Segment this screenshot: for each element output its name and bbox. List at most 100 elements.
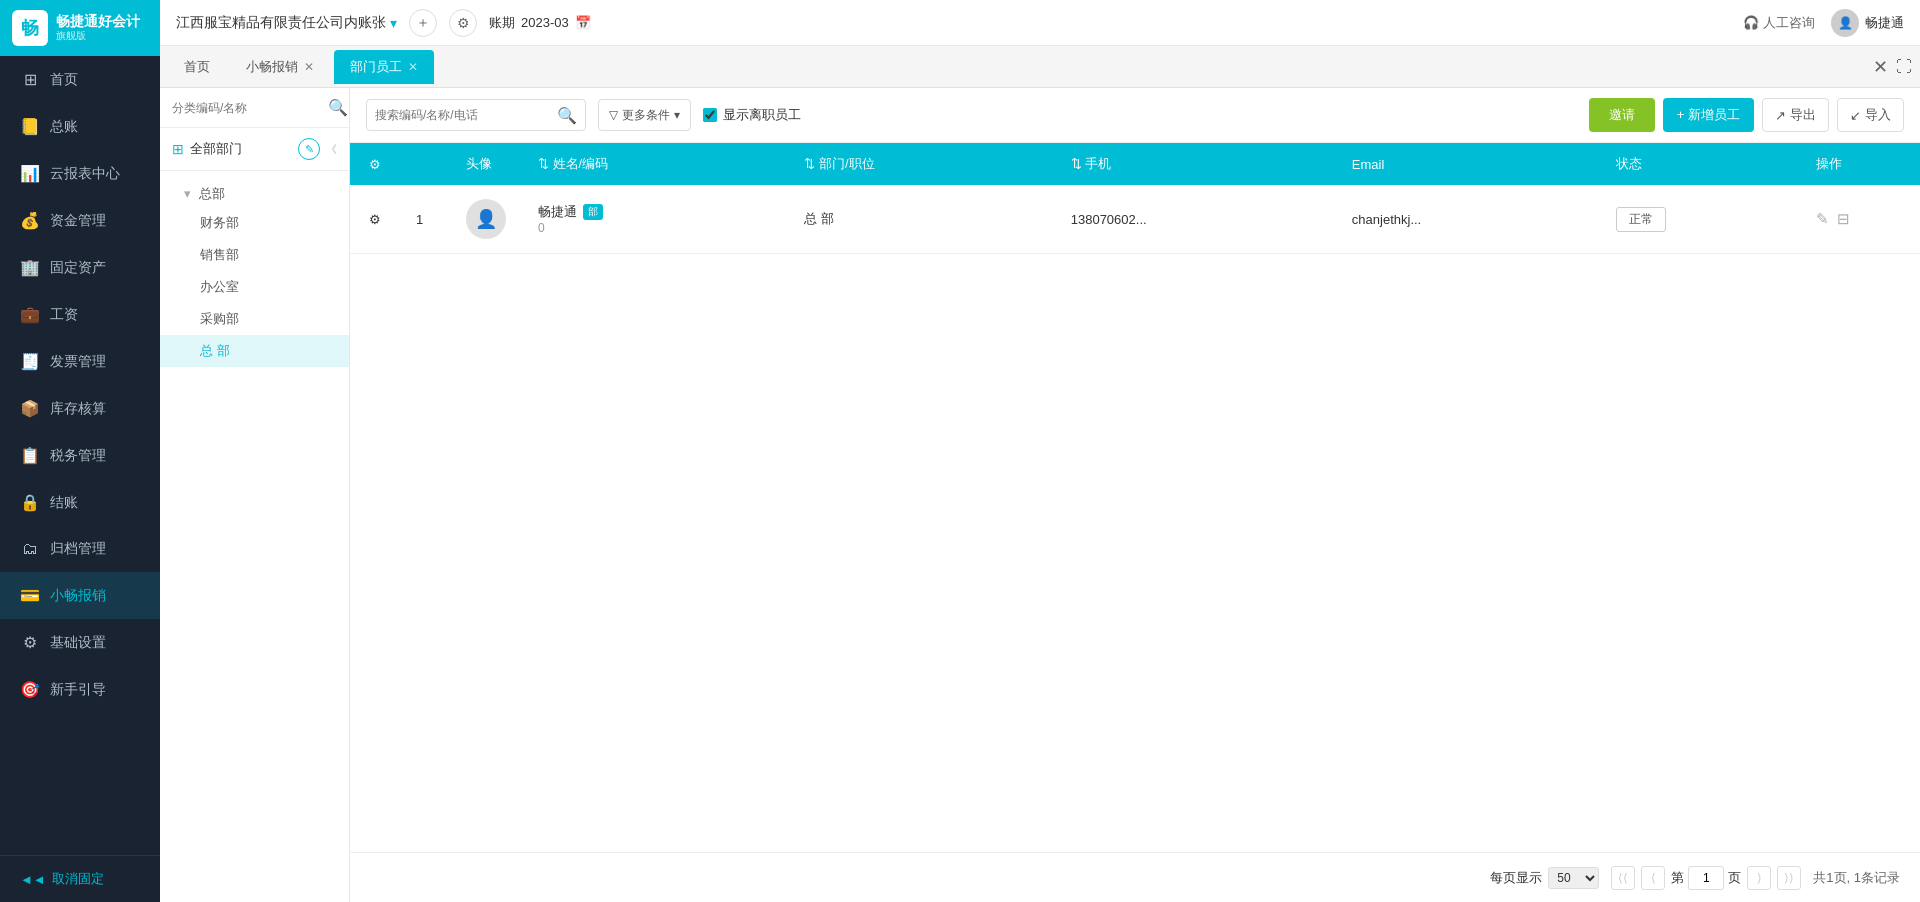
group-name: 总部 bbox=[199, 186, 225, 201]
sidebar-item-closing[interactable]: 🔒 结账 bbox=[0, 479, 160, 526]
closing-icon: 🔒 bbox=[20, 493, 40, 512]
col-action: 操作 bbox=[1800, 143, 1920, 185]
row-phone: 138070602... bbox=[1055, 185, 1336, 254]
sidebar-item-label: 总账 bbox=[50, 118, 78, 136]
dept-item-finance[interactable]: 财务部 bbox=[160, 207, 349, 239]
prev-page-button[interactable]: ⟨ bbox=[1641, 866, 1665, 890]
import-button[interactable]: ↙ 导入 bbox=[1837, 98, 1904, 132]
page-size-select[interactable]: 10 20 50 100 bbox=[1548, 867, 1599, 889]
employee-search-box: 🔍 bbox=[366, 99, 586, 131]
row-actions: ✎ ⊟ bbox=[1800, 185, 1920, 254]
tab-close-icon[interactable]: ✕ bbox=[1873, 56, 1888, 78]
tab-expense-close[interactable]: ✕ bbox=[304, 60, 314, 74]
expand-icon: ▾ bbox=[184, 186, 191, 201]
ledger-icon: 📒 bbox=[20, 117, 40, 136]
headset-icon: 🎧 bbox=[1743, 15, 1759, 30]
col-dept[interactable]: ⇅ 部门/职位 bbox=[788, 143, 1054, 185]
status-badge: 正常 bbox=[1616, 207, 1666, 232]
sidebar-item-label: 工资 bbox=[50, 306, 78, 324]
sidebar-item-settings[interactable]: ⚙基础设置 bbox=[0, 619, 160, 666]
period-selector[interactable]: 账期 2023-03 📅 bbox=[489, 14, 591, 32]
tab-expand-icon[interactable]: ⛶ bbox=[1896, 58, 1912, 76]
logo-text-block: 畅捷通好会计 旗舰版 bbox=[56, 13, 140, 44]
dept-item-purchase[interactable]: 采购部 bbox=[160, 303, 349, 335]
main-area: 江西服宝精品有限责任公司内账张 ▾ ＋ ⚙ 账期 2023-03 📅 🎧 人工咨… bbox=[160, 0, 1920, 902]
employee-table: ⚙ 头像 ⇅ 姓名/编码 ⇅ 部门/职位 ⇅ 手机 Email 状态 操作 bbox=[350, 143, 1920, 254]
dept-search-bar: 🔍 bbox=[160, 88, 349, 128]
add-company-button[interactable]: ＋ bbox=[409, 9, 437, 37]
first-page-button[interactable]: ⟨⟨ bbox=[1611, 866, 1635, 890]
sidebar-item-tax[interactable]: 📋税务管理 bbox=[0, 432, 160, 479]
sidebar-item-invoice[interactable]: 🧾发票管理 bbox=[0, 338, 160, 385]
search-icon[interactable]: 🔍 bbox=[557, 106, 577, 125]
sidebar-item-ledger[interactable]: 📒 总账 bbox=[0, 103, 160, 150]
dept-collapse-icon[interactable]: 《 bbox=[326, 142, 337, 157]
sidebar-item-archive[interactable]: 🗂归档管理 bbox=[0, 526, 160, 572]
sidebar-unpin-label: 取消固定 bbox=[52, 870, 104, 888]
inventory-icon: 📦 bbox=[20, 399, 40, 418]
dept-item-office[interactable]: 办公室 bbox=[160, 271, 349, 303]
sidebar-item-inventory[interactable]: 📦库存核算 bbox=[0, 385, 160, 432]
dept-group-label: ▾ 总部 bbox=[160, 179, 349, 207]
employee-search-input[interactable] bbox=[375, 108, 557, 122]
page-number-input[interactable] bbox=[1688, 866, 1724, 890]
sidebar-item-payroll[interactable]: 💼工资 bbox=[0, 291, 160, 338]
sidebar-item-label: 结账 bbox=[50, 494, 78, 512]
dropdown-icon: ▾ bbox=[390, 15, 397, 31]
avatar-icon: 👤 bbox=[1838, 16, 1853, 30]
dept-item-sales[interactable]: 销售部 bbox=[160, 239, 349, 271]
sidebar-item-home[interactable]: ⊞首页 bbox=[0, 56, 160, 103]
export-button[interactable]: ↗ 导出 bbox=[1762, 98, 1829, 132]
page-unit: 页 bbox=[1728, 869, 1741, 887]
logout-icon[interactable]: ⊟ bbox=[1837, 210, 1850, 228]
sidebar-item-label: 小畅报销 bbox=[50, 587, 106, 605]
dept-search-input[interactable] bbox=[172, 101, 322, 115]
col-phone[interactable]: ⇅ 手机 bbox=[1055, 143, 1336, 185]
tab-expense[interactable]: 小畅报销 ✕ bbox=[230, 50, 330, 84]
row-gear[interactable]: ⚙ bbox=[350, 185, 400, 254]
sidebar-logo[interactable]: 畅 畅捷通好会计 旗舰版 bbox=[0, 0, 160, 56]
tab-dept-employee[interactable]: 部门员工 ✕ bbox=[334, 50, 434, 84]
dept-item-general[interactable]: 总 部 bbox=[160, 335, 349, 367]
filter-button[interactable]: ▽ 更多条件 ▾ bbox=[598, 99, 691, 131]
dept-edit-button[interactable]: ✎ bbox=[298, 138, 320, 160]
show-resigned-checkbox[interactable] bbox=[703, 108, 717, 122]
content-area: 🔍 ⊞ 全部部门 ✎ 《 ▾ 总部 财务部销售部办公室采购部总 部 bbox=[160, 88, 1920, 902]
tab-dept-label: 部门员工 bbox=[350, 58, 402, 76]
tab-home[interactable]: 首页 bbox=[168, 50, 226, 84]
archive-icon: 🗂 bbox=[20, 540, 40, 558]
all-dept-header[interactable]: ⊞ 全部部门 ✎ 《 bbox=[160, 128, 349, 171]
settings-button[interactable]: ⚙ bbox=[449, 9, 477, 37]
sidebar-item-reports[interactable]: 📊云报表中心 bbox=[0, 150, 160, 197]
table-row: ⚙ 1 👤 畅捷通 部 0 总 部 138070602... chanjethk… bbox=[350, 185, 1920, 254]
filter-label: 更多条件 bbox=[622, 107, 670, 124]
sidebar-item-expense[interactable]: 💳小畅报销 bbox=[0, 572, 160, 619]
sidebar-item-label: 固定资产 bbox=[50, 259, 106, 277]
tab-dept-close[interactable]: ✕ bbox=[408, 60, 418, 74]
pagination: ⟨⟨ ⟨ 第 页 ⟩ ⟩⟩ bbox=[1611, 866, 1801, 890]
invite-button[interactable]: 邀请 bbox=[1589, 98, 1655, 132]
sidebar-item-guide[interactable]: 🎯新手引导 bbox=[0, 666, 160, 713]
sidebar-item-funds[interactable]: 💰资金管理 bbox=[0, 197, 160, 244]
add-employee-button[interactable]: + 新增员工 bbox=[1663, 98, 1754, 132]
topbar: 江西服宝精品有限责任公司内账张 ▾ ＋ ⚙ 账期 2023-03 📅 🎧 人工咨… bbox=[160, 0, 1920, 46]
company-selector[interactable]: 江西服宝精品有限责任公司内账张 ▾ bbox=[176, 14, 397, 32]
row-avatar: 👤 bbox=[450, 185, 522, 254]
row-index: 1 bbox=[400, 185, 450, 254]
col-gear[interactable]: ⚙ bbox=[350, 143, 400, 185]
sidebar-item-label: 发票管理 bbox=[50, 353, 106, 371]
service-button[interactable]: 🎧 人工咨询 bbox=[1743, 14, 1815, 32]
next-page-button[interactable]: ⟩ bbox=[1747, 866, 1771, 890]
sidebar-item-label: 基础设置 bbox=[50, 634, 106, 652]
search-icon[interactable]: 🔍 bbox=[328, 98, 348, 117]
col-name[interactable]: ⇅ 姓名/编码 bbox=[522, 143, 788, 185]
assets-icon: 🏢 bbox=[20, 258, 40, 277]
sidebar-unpin-button[interactable]: ◄◄ 取消固定 bbox=[0, 855, 160, 902]
left-panel: 🔍 ⊞ 全部部门 ✎ 《 ▾ 总部 财务部销售部办公室采购部总 部 bbox=[160, 88, 350, 902]
employee-table-body: ⚙ 1 👤 畅捷通 部 0 总 部 138070602... chanjethk… bbox=[350, 185, 1920, 254]
last-page-button[interactable]: ⟩⟩ bbox=[1777, 866, 1801, 890]
user-menu[interactable]: 👤 畅捷通 bbox=[1831, 9, 1904, 37]
edit-icon[interactable]: ✎ bbox=[1816, 210, 1829, 228]
show-resigned-checkbox-label[interactable]: 显示离职员工 bbox=[703, 106, 801, 124]
sidebar-item-assets[interactable]: 🏢 固定资产 bbox=[0, 244, 160, 291]
